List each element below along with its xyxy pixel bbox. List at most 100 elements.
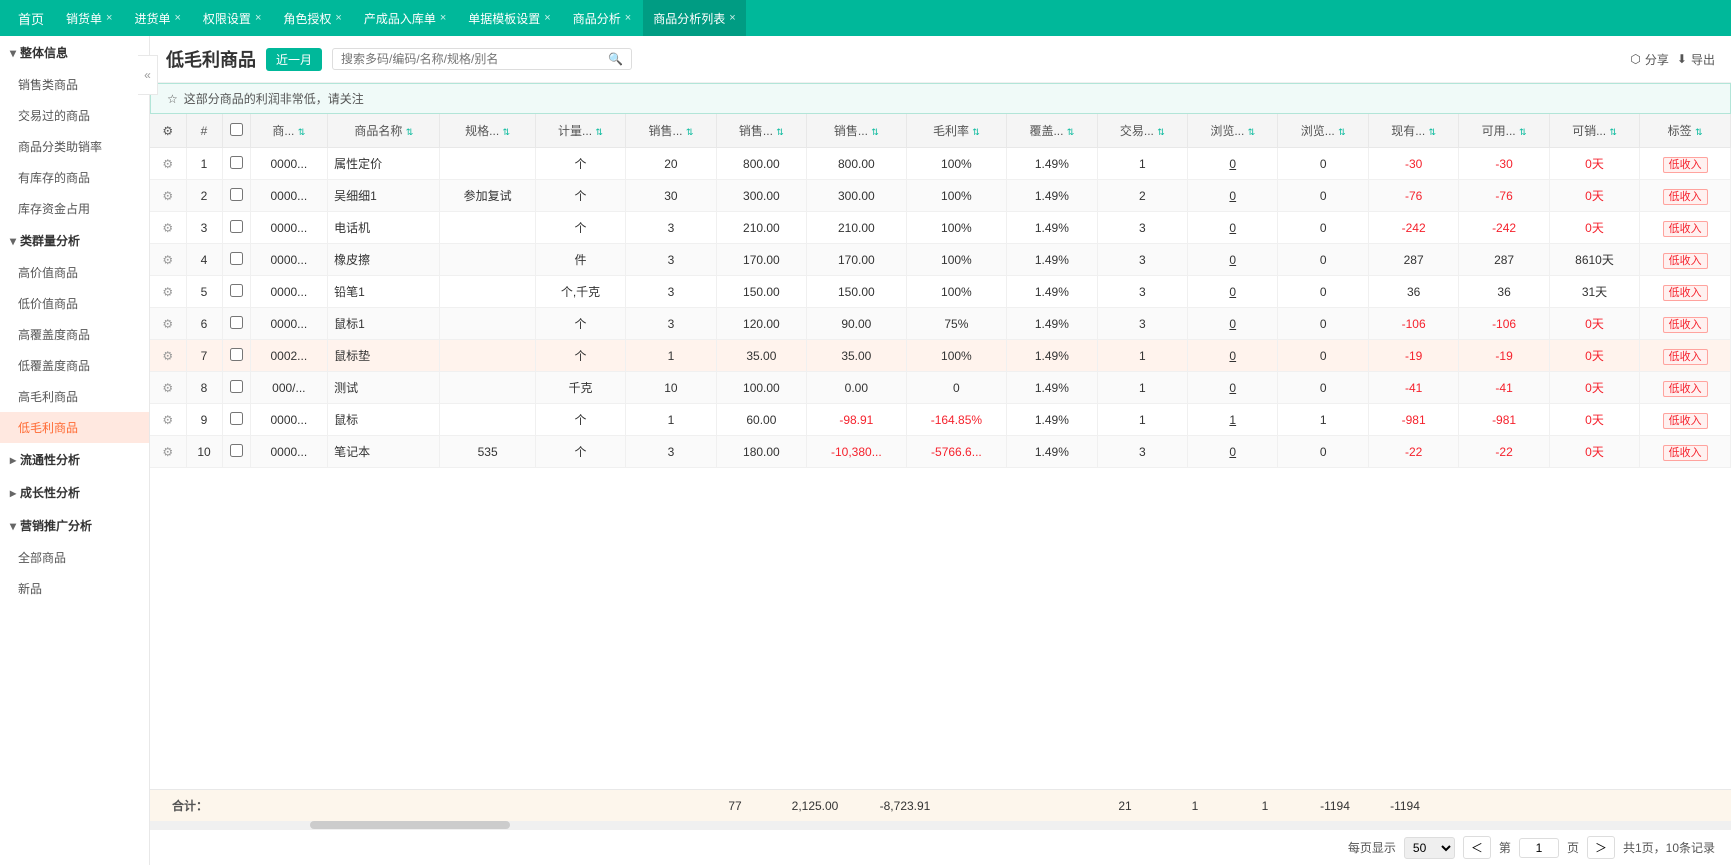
- sidebar-item-low-value[interactable]: 低价值商品: [0, 288, 149, 319]
- sidebar-item-low-margin[interactable]: 低毛利商品: [0, 412, 149, 443]
- nav-permissions-close[interactable]: ×: [255, 12, 261, 24]
- td-check[interactable]: [222, 244, 250, 276]
- next-page-button[interactable]: ＞: [1587, 836, 1615, 859]
- row-checkbox[interactable]: [230, 188, 243, 201]
- sidebar-item-new-products[interactable]: 新品: [0, 573, 149, 604]
- sidebar-group-flow[interactable]: ▸ 流通性分析: [0, 443, 149, 476]
- row-checkbox[interactable]: [230, 284, 243, 297]
- nav-template-close[interactable]: ×: [544, 12, 550, 24]
- row-checkbox[interactable]: [230, 380, 243, 393]
- th-trade[interactable]: 交易... ⇅: [1097, 114, 1187, 148]
- td-settings[interactable]: ⚙: [150, 404, 186, 436]
- sidebar-item-high-value[interactable]: 高价值商品: [0, 257, 149, 288]
- th-current[interactable]: 现有... ⇅: [1368, 114, 1458, 148]
- nav-home[interactable]: 首页: [8, 0, 54, 36]
- sidebar-item-inventory-capital[interactable]: 库存资金占用: [0, 193, 149, 224]
- sidebar-item-all-products[interactable]: 全部商品: [0, 542, 149, 573]
- nav-product-analysis[interactable]: 商品分析 ×: [563, 0, 641, 36]
- nav-product-analysis-list[interactable]: 商品分析列表 ×: [643, 0, 745, 36]
- sidebar-item-sales-products[interactable]: 销售类商品: [0, 69, 149, 100]
- td-settings[interactable]: ⚙: [150, 148, 186, 180]
- row-checkbox[interactable]: [230, 412, 243, 425]
- nav-product-entry[interactable]: 产成品入库单 ×: [354, 0, 456, 36]
- nav-permissions[interactable]: 权限设置 ×: [193, 0, 271, 36]
- td-settings[interactable]: ⚙: [150, 340, 186, 372]
- td-settings[interactable]: ⚙: [150, 180, 186, 212]
- td-settings[interactable]: ⚙: [150, 244, 186, 276]
- sidebar-group-growth[interactable]: ▸ 成长性分析: [0, 476, 149, 509]
- th-view2[interactable]: 浏览... ⇅: [1278, 114, 1368, 148]
- nav-purchase[interactable]: 进货单 ×: [124, 0, 190, 36]
- sidebar-group-marketing[interactable]: ▾ 营销推广分析: [0, 509, 149, 542]
- sidebar-item-high-margin[interactable]: 高毛利商品: [0, 381, 149, 412]
- th-check[interactable]: [222, 114, 250, 148]
- page-size-select[interactable]: 50 20 100: [1404, 837, 1455, 859]
- th-view1[interactable]: 浏览... ⇅: [1188, 114, 1278, 148]
- prev-page-button[interactable]: ＜: [1463, 836, 1491, 859]
- nav-roles[interactable]: 角色授权 ×: [273, 0, 351, 36]
- td-check[interactable]: [222, 308, 250, 340]
- td-view1[interactable]: 0: [1188, 436, 1278, 468]
- sidebar-item-category-rate[interactable]: 商品分类助销率: [0, 131, 149, 162]
- td-view1[interactable]: 0: [1188, 340, 1278, 372]
- nav-product-analysis-close[interactable]: ×: [625, 12, 631, 24]
- td-check[interactable]: [222, 340, 250, 372]
- td-settings[interactable]: ⚙: [150, 436, 186, 468]
- td-settings[interactable]: ⚙: [150, 372, 186, 404]
- select-all-checkbox[interactable]: [230, 123, 243, 136]
- td-view1[interactable]: 0: [1188, 212, 1278, 244]
- th-margin-rate[interactable]: 毛利率 ⇅: [906, 114, 1007, 148]
- td-check[interactable]: [222, 276, 250, 308]
- td-view1[interactable]: 0: [1188, 244, 1278, 276]
- td-check[interactable]: [222, 404, 250, 436]
- th-available[interactable]: 可用... ⇅: [1459, 114, 1549, 148]
- horizontal-scrollbar[interactable]: [150, 821, 1731, 829]
- td-check[interactable]: [222, 372, 250, 404]
- th-spec[interactable]: 规格... ⇅: [440, 114, 535, 148]
- page-number-input[interactable]: [1519, 838, 1559, 858]
- td-check[interactable]: [222, 180, 250, 212]
- td-view1[interactable]: 1: [1188, 404, 1278, 436]
- th-name[interactable]: 商品名称 ⇅: [328, 114, 440, 148]
- td-view1[interactable]: 0: [1188, 276, 1278, 308]
- search-input[interactable]: [341, 52, 608, 66]
- sidebar-group-general[interactable]: ▾ 整体信息: [0, 36, 149, 69]
- td-settings[interactable]: ⚙: [150, 276, 186, 308]
- nav-product-analysis-list-close[interactable]: ×: [729, 12, 735, 24]
- row-checkbox[interactable]: [230, 220, 243, 233]
- td-settings[interactable]: ⚙: [150, 308, 186, 340]
- export-button[interactable]: ⬇ 导出: [1677, 51, 1715, 68]
- row-checkbox[interactable]: [230, 348, 243, 361]
- td-check[interactable]: [222, 148, 250, 180]
- nav-template[interactable]: 单据模板设置 ×: [458, 0, 560, 36]
- td-check[interactable]: [222, 212, 250, 244]
- row-checkbox[interactable]: [230, 156, 243, 169]
- time-filter-button[interactable]: 近一月: [266, 48, 322, 71]
- th-coverage[interactable]: 覆盖... ⇅: [1007, 114, 1097, 148]
- td-view1[interactable]: 0: [1188, 308, 1278, 340]
- row-checkbox[interactable]: [230, 316, 243, 329]
- sidebar-item-stocked-products[interactable]: 有库存的商品: [0, 162, 149, 193]
- th-sales-profit[interactable]: 销售... ⇅: [807, 114, 907, 148]
- nav-purchase-close[interactable]: ×: [174, 12, 180, 24]
- search-icon[interactable]: 🔍: [608, 52, 623, 66]
- row-checkbox[interactable]: [230, 444, 243, 457]
- sidebar-group-cluster[interactable]: ▾ 类群量分析: [0, 224, 149, 257]
- td-view1[interactable]: 0: [1188, 180, 1278, 212]
- td-check[interactable]: [222, 436, 250, 468]
- th-sales-price[interactable]: 销售... ⇅: [716, 114, 806, 148]
- row-checkbox[interactable]: [230, 252, 243, 265]
- th-settings[interactable]: ⚙: [150, 114, 186, 148]
- th-unit[interactable]: 计量... ⇅: [535, 114, 625, 148]
- nav-sales-close[interactable]: ×: [106, 12, 112, 24]
- scrollbar-thumb[interactable]: [310, 821, 510, 829]
- td-settings[interactable]: ⚙: [150, 212, 186, 244]
- td-view1[interactable]: 0: [1188, 372, 1278, 404]
- th-tag[interactable]: 标签 ⇅: [1640, 114, 1731, 148]
- sidebar-collapse-button[interactable]: «: [138, 55, 158, 95]
- sidebar-item-high-coverage[interactable]: 高覆盖度商品: [0, 319, 149, 350]
- nav-product-entry-close[interactable]: ×: [440, 12, 446, 24]
- sidebar-item-traded-products[interactable]: 交易过的商品: [0, 100, 149, 131]
- share-button[interactable]: ⬡ 分享: [1630, 51, 1669, 68]
- nav-sales[interactable]: 销货单 ×: [56, 0, 122, 36]
